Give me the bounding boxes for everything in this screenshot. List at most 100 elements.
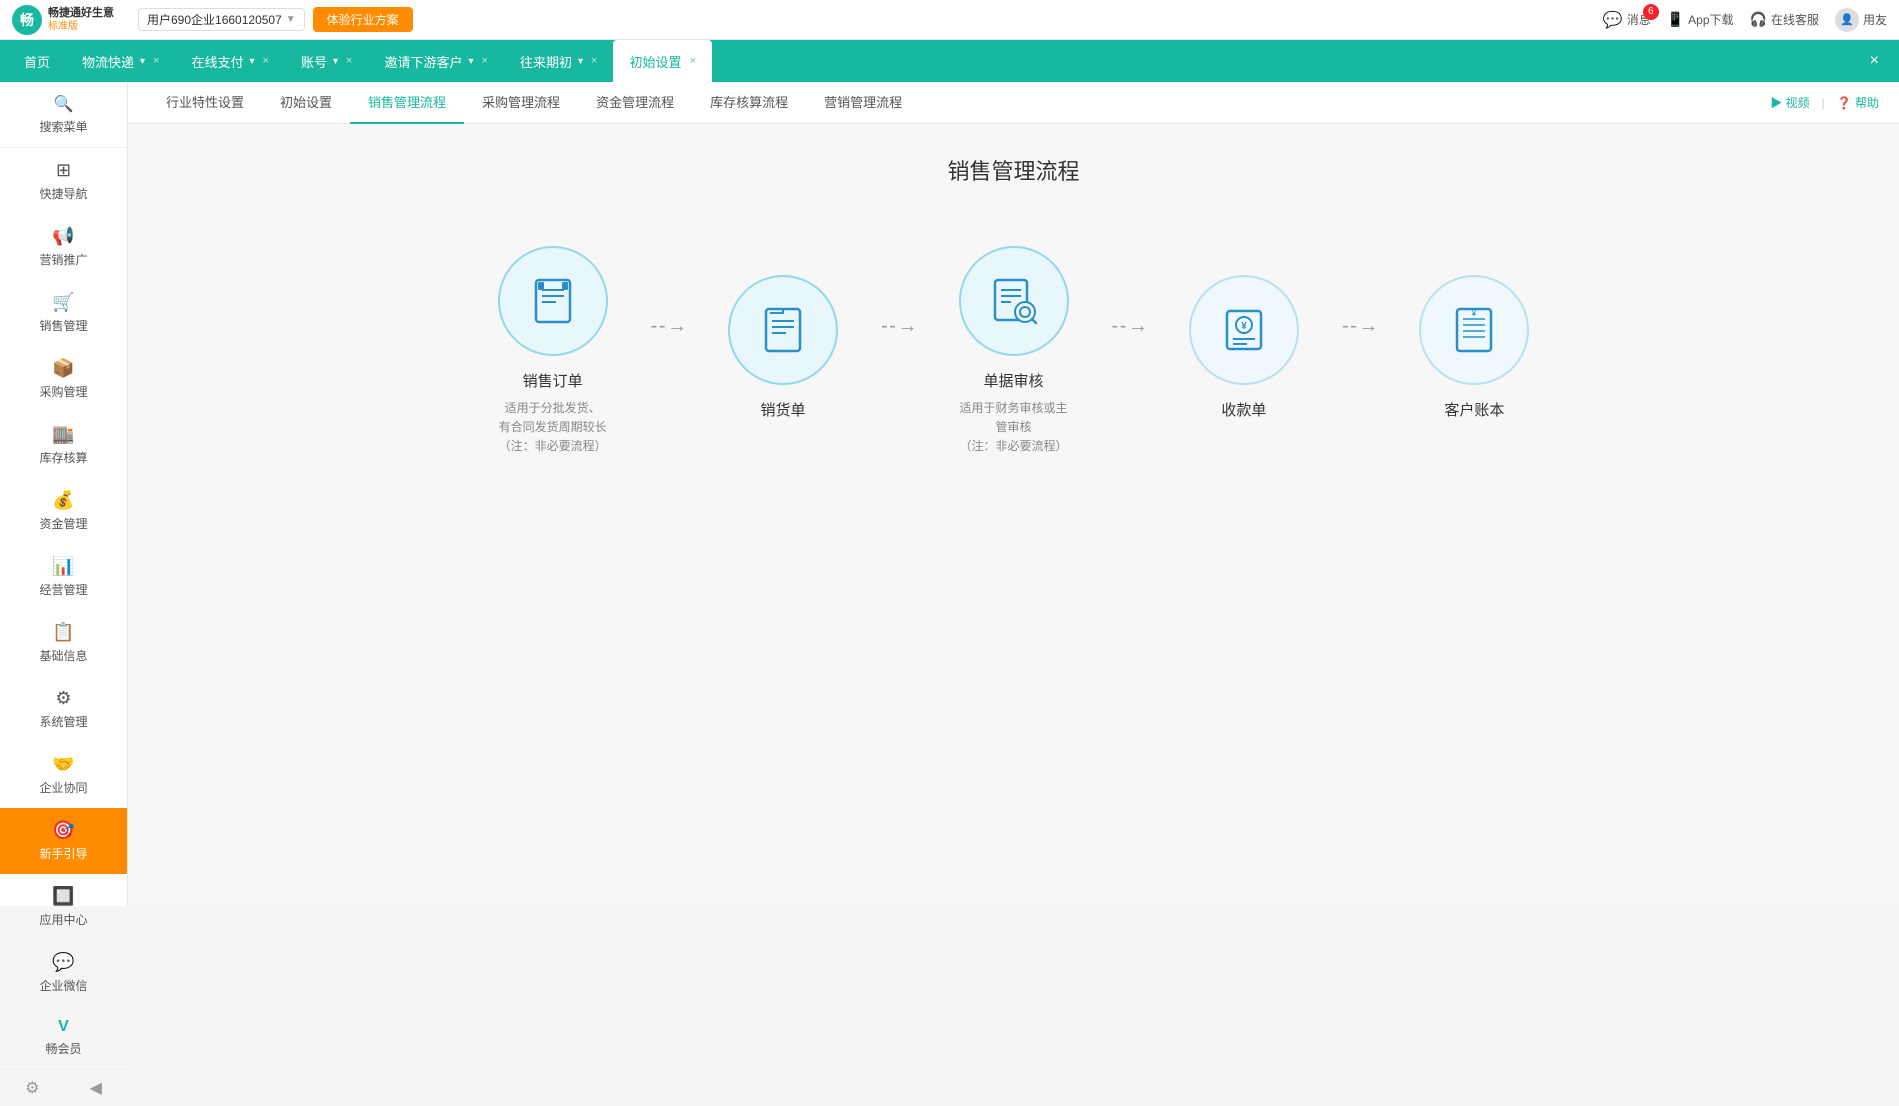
nav-init-setting[interactable]: 初始设置 × [613,40,711,82]
content-area: 行业特性设置 初始设置 销售管理流程 采购管理流程 资金管理流程 库存核算流程 [128,82,1899,906]
nav-invite-close[interactable]: × [482,55,488,67]
sub-tabs-right: ▶ 视频 | ❓ 帮助 [1770,94,1879,111]
sidebar-item-corp-wechat[interactable]: 💬 企业微信 [0,940,127,1006]
sales-order-icon [528,276,578,326]
settings-icon[interactable]: ⚙ [25,1078,39,1098]
sidebar-item-purchase[interactable]: 📦 采购管理 [0,346,127,412]
nav-init-setting-close[interactable]: × [689,55,695,67]
nav-tabs: 首页 物流快递 ▾ × 在线支付 ▾ × 账号 ▾ × 邀请下游客户 ▾ × 往… [0,40,1899,82]
top-bar-right: 💬 消息 6 📱 App下载 🎧 在线客服 👤 用友 [1603,8,1887,32]
sub-tab-purchase-flow-label: 采购管理流程 [482,92,560,111]
trial-btn[interactable]: 体验行业方案 [313,7,413,32]
sidebar-item-basic-info[interactable]: 📋 基础信息 [0,610,127,676]
flow-item-customer-ledger[interactable]: ¥ 客户账本 [1384,275,1564,428]
app-download-btn[interactable]: 📱 App下载 [1667,11,1734,28]
flow-item-sales-invoice[interactable]: 销货单 [693,275,873,428]
sub-tab-sales-flow[interactable]: 销售管理流程 [350,82,464,124]
nav-payment-close[interactable]: × [263,55,269,67]
corp-wechat-icon: 💬 [52,952,74,973]
sidebar-item-corp-collab[interactable]: 🤝 企业协同 [0,742,127,808]
nav-payment-arrow: ▾ [250,56,255,67]
sidebar-item-inventory[interactable]: 🏬 库存核算 [0,412,127,478]
sidebar-search-label: 搜索菜单 [39,118,87,135]
sub-tab-finance-flow[interactable]: 资金管理流程 [578,82,692,124]
sub-tabs: 行业特性设置 初始设置 销售管理流程 采购管理流程 资金管理流程 库存核算流程 [128,82,1899,124]
content-body: 销售管理流程 销售订单 [128,124,1899,906]
sub-tab-init[interactable]: 初始设置 [262,82,350,124]
search-icon: 🔍 [54,94,74,114]
sidebar-item-system[interactable]: ⚙ 系统管理 [0,676,127,742]
sidebar-item-marketing-promo[interactable]: 📢 营销推广 [0,214,127,280]
doc-review-icon [989,276,1039,326]
headset-icon: 🎧 [1750,11,1767,28]
flow-label-receipt: 收款单 [1221,399,1266,420]
sub-tab-purchase-flow[interactable]: 采购管理流程 [464,82,578,124]
nav-history-close[interactable]: × [591,55,597,67]
sub-tab-inventory-flow[interactable]: 库存核算流程 [692,82,806,124]
nav-logistics-arrow: ▾ [140,56,145,67]
system-icon: ⚙ [55,688,71,709]
help-btn[interactable]: ❓ 帮助 [1837,94,1879,111]
svg-text:¥: ¥ [1241,321,1247,332]
receipt-icon: ¥ [1219,305,1269,355]
help-icon: ❓ [1837,96,1852,110]
nav-logistics-close[interactable]: × [153,55,159,67]
collapse-icon[interactable]: ◀ [90,1078,102,1098]
flow-circle-doc-review [959,246,1069,356]
nav-home[interactable]: 首页 [8,40,66,82]
flow-circle-receipt: ¥ [1189,275,1299,385]
flow-arrow-3: - - → [1112,315,1146,338]
sub-tab-inventory-flow-label: 库存核算流程 [710,92,788,111]
flow-desc-doc-review: 适用于财务审核或主管审核（注：非必要流程） [959,399,1067,457]
flow-item-doc-review[interactable]: 单据审核 适用于财务审核或主管审核（注：非必要流程） [924,246,1104,457]
user-menu[interactable]: 👤 用友 [1835,8,1887,32]
help-label: 帮助 [1855,96,1879,110]
sidebar-item-label-purchase: 采购管理 [39,383,87,400]
beginner-icon: 🎯 [52,820,74,841]
nav-close-all[interactable]: × [1858,52,1891,70]
nav-logistics[interactable]: 物流快递 ▾ × [66,40,175,82]
nav-invite-arrow: ▾ [468,56,473,67]
sidebar-item-label-vip: 畅会员 [45,1040,81,1057]
ops-icon: 📊 [52,556,74,577]
sidebar-item-label-sales: 销售管理 [39,317,87,334]
nav-payment[interactable]: 在线支付 ▾ × [176,40,285,82]
flow-label-sales-order: 销售订单 [523,370,583,391]
video-icon: ▶ [1770,96,1782,110]
flow-circle-sales-order [498,246,608,356]
sub-tab-sales-flow-label: 销售管理流程 [368,92,446,111]
sidebar-item-beginner[interactable]: 🎯 新手引导 [0,808,127,874]
nav-account-close[interactable]: × [346,55,352,67]
nav-account[interactable]: 账号 ▾ × [285,40,368,82]
sidebar-item-vip[interactable]: V 畅会员 [0,1006,127,1069]
nav-logistics-label: 物流快递 [82,52,134,71]
sub-tab-marketing-flow-label: 营销管理流程 [824,92,902,111]
online-service-btn[interactable]: 🎧 在线客服 [1750,11,1819,28]
sidebar-item-sales[interactable]: 🛒 销售管理 [0,280,127,346]
flow-arrow-4: - - → [1342,315,1376,338]
sidebar-search[interactable]: 🔍 搜索菜单 [0,82,127,148]
sidebar-item-label-finance: 资金管理 [39,515,87,532]
sidebar-item-quick-nav[interactable]: ⊞ 快捷导航 [0,148,127,214]
nav-history[interactable]: 往来期初 ▾ × [504,40,613,82]
app-download-label: App下载 [1688,11,1733,28]
app-icon: 📱 [1667,11,1684,28]
sub-tab-marketing-flow[interactable]: 营销管理流程 [806,82,920,124]
video-btn[interactable]: ▶ 视频 [1770,94,1809,111]
sidebar-item-app-center[interactable]: 🔲 应用中心 [0,874,127,940]
sidebar-item-ops[interactable]: 📊 经营管理 [0,544,127,610]
sidebar-item-finance[interactable]: 💰 资金管理 [0,478,127,544]
sub-tab-industry-label: 行业特性设置 [166,92,244,111]
message-btn[interactable]: 💬 消息 6 [1603,10,1651,30]
nav-invite[interactable]: 邀请下游客户 ▾ × [368,40,503,82]
flow-item-receipt[interactable]: ¥ 收款单 [1154,275,1334,428]
user-selector[interactable]: 用户690企业1660120507 ▼ [138,8,305,31]
sidebar-item-label-app: 应用中心 [39,911,87,928]
sub-tab-industry[interactable]: 行业特性设置 [148,82,262,124]
sidebar-item-label-wechat: 企业微信 [39,977,87,994]
sidebar-item-label-basic: 基础信息 [39,647,87,664]
nav-init-setting-label: 初始设置 [629,52,681,71]
user-name: 用友 [1863,11,1887,28]
sidebar-item-label-beginner: 新手引导 [39,845,87,862]
flow-item-sales-order[interactable]: 销售订单 适用于分批发货、有合同发货周期较长（注：非必要流程） [463,246,643,457]
